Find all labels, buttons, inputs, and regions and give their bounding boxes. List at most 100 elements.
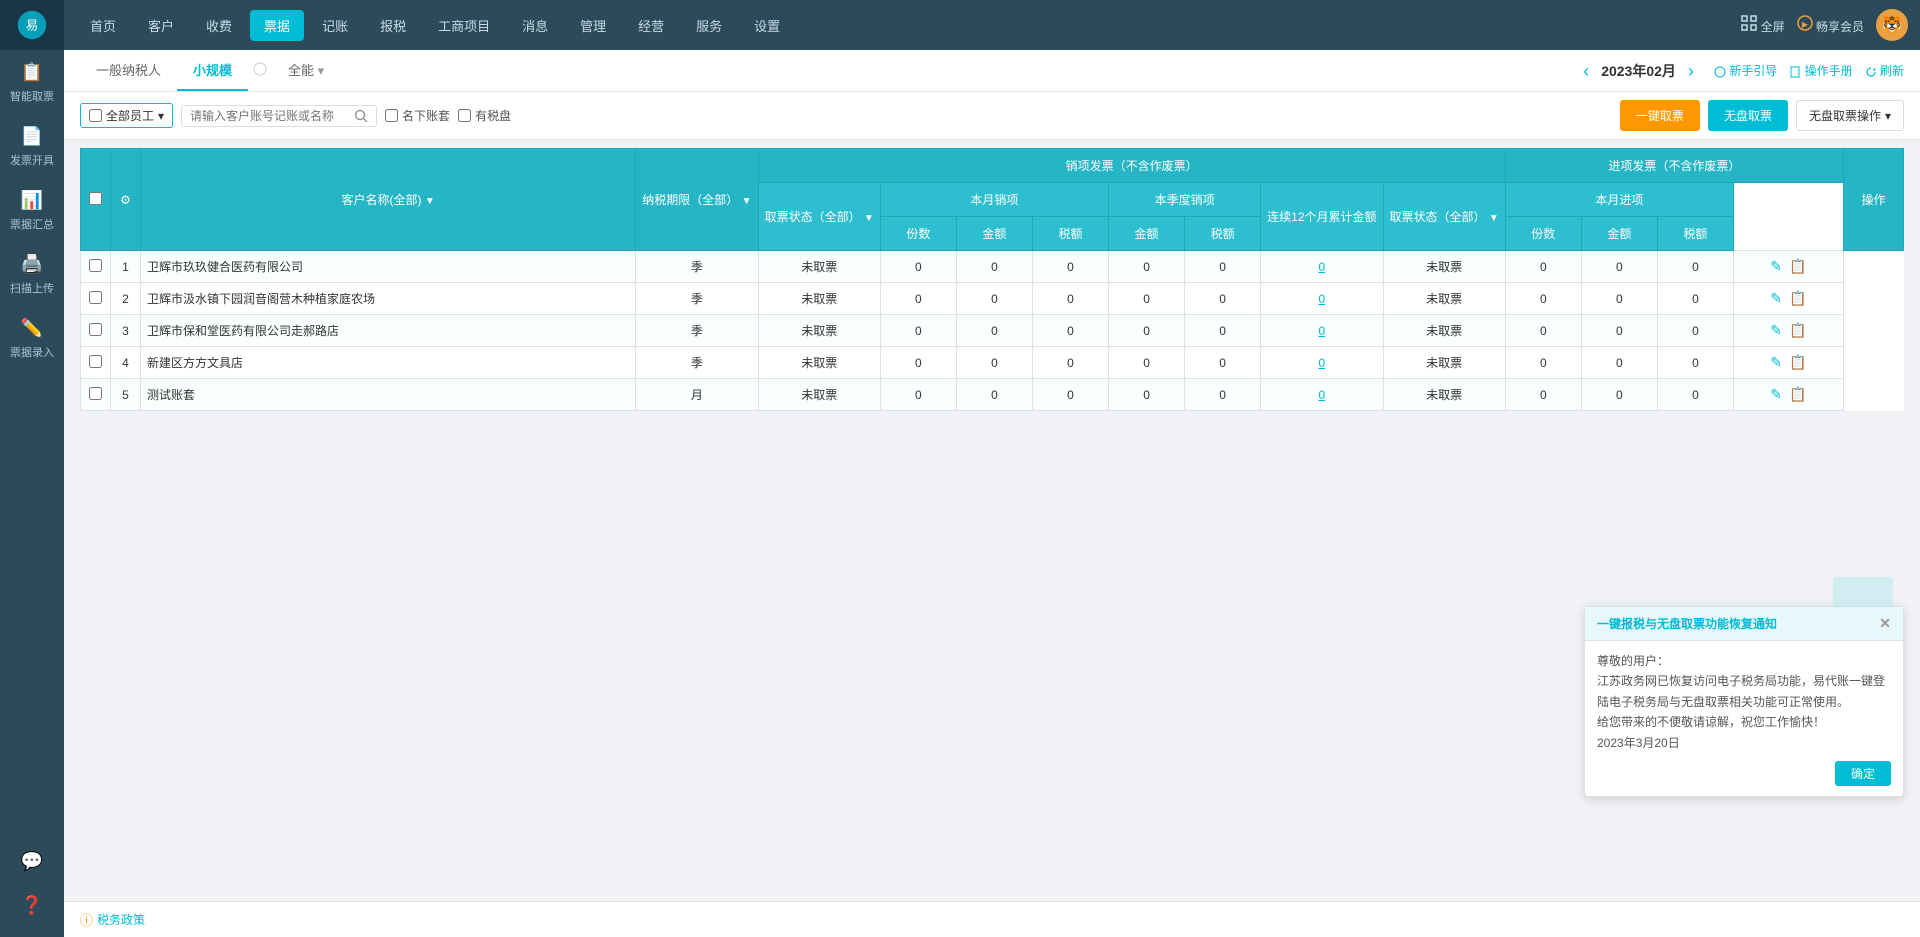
row-in-m-count-cell: 0: [1505, 315, 1581, 347]
no-disk-ops-btn[interactable]: 无盘取票操作 ▾: [1796, 100, 1904, 131]
row-in-m-tax-cell: 0: [1657, 347, 1733, 379]
search-icon[interactable]: [354, 109, 368, 123]
detail-icon[interactable]: 📋: [1789, 354, 1806, 370]
in-m-amount-header: 金额: [1581, 217, 1657, 251]
nav-business[interactable]: 工商项目: [424, 10, 504, 41]
row-name-cell: 卫辉市汲水镇下园润音阁营木种植家庭农场: [141, 283, 636, 315]
row-out-q-tax-cell: 0: [1185, 251, 1261, 283]
sidebar-item-ticket-summary[interactable]: 📊 票据汇总: [0, 178, 64, 242]
row-checkbox[interactable]: [89, 259, 102, 272]
col-out-12m-header: 连续12个月累计金额: [1261, 183, 1383, 251]
tab-general-taxpayer[interactable]: 一般纳税人: [80, 50, 177, 91]
edit-icon[interactable]: ✎: [1770, 290, 1782, 306]
detail-icon[interactable]: 📋: [1789, 290, 1806, 306]
row-checkbox[interactable]: [89, 355, 102, 368]
edit-icon[interactable]: ✎: [1770, 386, 1782, 402]
period-label: 2023年02月: [1601, 61, 1676, 81]
sidebar-item-help[interactable]: ❓: [0, 883, 64, 927]
filter-icon[interactable]: ▼: [425, 196, 435, 207]
nav-ticket[interactable]: 票据: [250, 10, 304, 41]
row-checkbox-cell: [81, 379, 111, 411]
refresh-btn[interactable]: 刷新: [1865, 62, 1904, 79]
sidebar-item-ticket-entry[interactable]: ✏️ 票据录入: [0, 306, 64, 370]
detail-icon[interactable]: 📋: [1789, 258, 1806, 274]
has-taxdisk-label[interactable]: 有税盘: [458, 107, 511, 124]
main-table: ⚙ 客户名称(全部) ▼ 纳税期限（全部） ▼ 销项发票（不含作废票） 进项发票…: [80, 148, 1904, 411]
no-disk-ticket-btn[interactable]: 无盘取票: [1708, 100, 1788, 131]
user-avatar[interactable]: 🐯: [1876, 9, 1908, 41]
nav-message[interactable]: 消息: [508, 10, 562, 41]
row-period-cell: 季: [636, 251, 758, 283]
nav-billing[interactable]: 收费: [192, 10, 246, 41]
row-in-m-count-cell: 0: [1505, 251, 1581, 283]
row-action-cell: ✎ 📋: [1733, 315, 1843, 347]
nav-manage[interactable]: 管理: [566, 10, 620, 41]
row-in-m-amount-cell: 0: [1581, 283, 1657, 315]
nav-customer[interactable]: 客户: [134, 10, 188, 41]
detail-icon[interactable]: 📋: [1789, 322, 1806, 338]
row-out-m-count-cell: 0: [880, 315, 956, 347]
row-in-m-tax-cell: 0: [1657, 283, 1733, 315]
nav-tax[interactable]: 报税: [366, 10, 420, 41]
tax-policy-link[interactable]: 税务政策: [97, 911, 145, 928]
popup-confirm-btn[interactable]: 确定: [1835, 761, 1891, 786]
table-settings-icon[interactable]: ⚙: [120, 193, 131, 207]
row-checkbox[interactable]: [89, 323, 102, 336]
edit-icon[interactable]: ✎: [1770, 322, 1782, 338]
nav-operation[interactable]: 经营: [624, 10, 678, 41]
period-right: 新手引导 操作手册 刷新: [1714, 62, 1904, 79]
row-checkbox[interactable]: [89, 291, 102, 304]
one-click-ticket-btn[interactable]: 一键取票: [1620, 100, 1700, 131]
tab-all-ability[interactable]: 全能 ▾: [272, 50, 340, 91]
row-out-12m-cell: 0: [1261, 347, 1383, 379]
fullscreen-btn[interactable]: 全屏: [1741, 15, 1784, 35]
manual-btn[interactable]: 操作手册: [1789, 62, 1852, 79]
has-taxdisk-checkbox[interactable]: [458, 109, 471, 122]
row-out-q-tax-cell: 0: [1185, 379, 1261, 411]
tab-small-scale[interactable]: 小规模: [177, 50, 248, 91]
sidebar-item-invoice-issue[interactable]: 📄 发票开具: [0, 114, 64, 178]
col-period-header: 纳税期限（全部） ▼: [636, 149, 758, 251]
out-12m-link[interactable]: 0: [1318, 292, 1325, 306]
popup-header: 一键报税与无盘取票功能恢复通知 ✕: [1585, 607, 1903, 641]
filter-icon2[interactable]: ▼: [742, 196, 752, 207]
out-12m-link[interactable]: 0: [1318, 260, 1325, 274]
out-12m-link[interactable]: 0: [1318, 324, 1325, 338]
nav-home[interactable]: 首页: [76, 10, 130, 41]
row-out-q-amount-cell: 0: [1109, 251, 1185, 283]
popup-close-btn[interactable]: ✕: [1879, 615, 1891, 632]
table-select-all[interactable]: [89, 192, 102, 205]
period-next-btn[interactable]: ›: [1684, 62, 1698, 80]
out-m-count-header: 份数: [880, 217, 956, 251]
out-12m-link[interactable]: 0: [1318, 356, 1325, 370]
sidebar-item-chat[interactable]: 💬: [0, 839, 64, 883]
out-q-tax-header: 税额: [1185, 217, 1261, 251]
sidebar-item-scan-upload[interactable]: 🖨️ 扫描上传: [0, 242, 64, 306]
sidebar-item-smart-ticket[interactable]: 📋 智能取票: [0, 50, 64, 114]
search-input[interactable]: [190, 109, 350, 123]
table-row: 5 测试账套 月 未取票 0 0 0 0 0 0 未取票 0 0 0 ✎ 📋: [81, 379, 1904, 411]
employee-select-wrap[interactable]: 全部员工 全部员工 ▾: [80, 103, 173, 128]
filter-icon3[interactable]: ▼: [864, 213, 874, 224]
period-prev-btn[interactable]: ‹: [1579, 62, 1593, 80]
nav-settings[interactable]: 设置: [740, 10, 794, 41]
row-checkbox[interactable]: [89, 387, 102, 400]
nav-service[interactable]: 服务: [682, 10, 736, 41]
row-in-m-amount-cell: 0: [1581, 315, 1657, 347]
out-12m-link[interactable]: 0: [1318, 388, 1325, 402]
row-in-status-cell: 未取票: [1383, 315, 1505, 347]
guide-btn[interactable]: 新手引导: [1714, 62, 1777, 79]
name-accounts-label[interactable]: 名下账套: [385, 107, 450, 124]
name-accounts-checkbox[interactable]: [385, 109, 398, 122]
filter-icon4[interactable]: ▼: [1489, 213, 1499, 224]
edit-icon[interactable]: ✎: [1770, 354, 1782, 370]
tax-policy-icon: ⓘ: [80, 910, 93, 929]
detail-icon[interactable]: 📋: [1789, 386, 1806, 402]
nav-bookkeeping[interactable]: 记账: [308, 10, 362, 41]
nav-right: 全屏 ▶ 畅享会员 🐯: [1741, 9, 1908, 41]
select-all-checkbox[interactable]: [89, 109, 102, 122]
edit-icon[interactable]: ✎: [1770, 258, 1782, 274]
row-name-cell: 测试账套: [141, 379, 636, 411]
col-in-status-header: 取票状态（全部） ▼: [1383, 183, 1505, 251]
member-btn[interactable]: ▶ 畅享会员: [1797, 15, 1864, 35]
